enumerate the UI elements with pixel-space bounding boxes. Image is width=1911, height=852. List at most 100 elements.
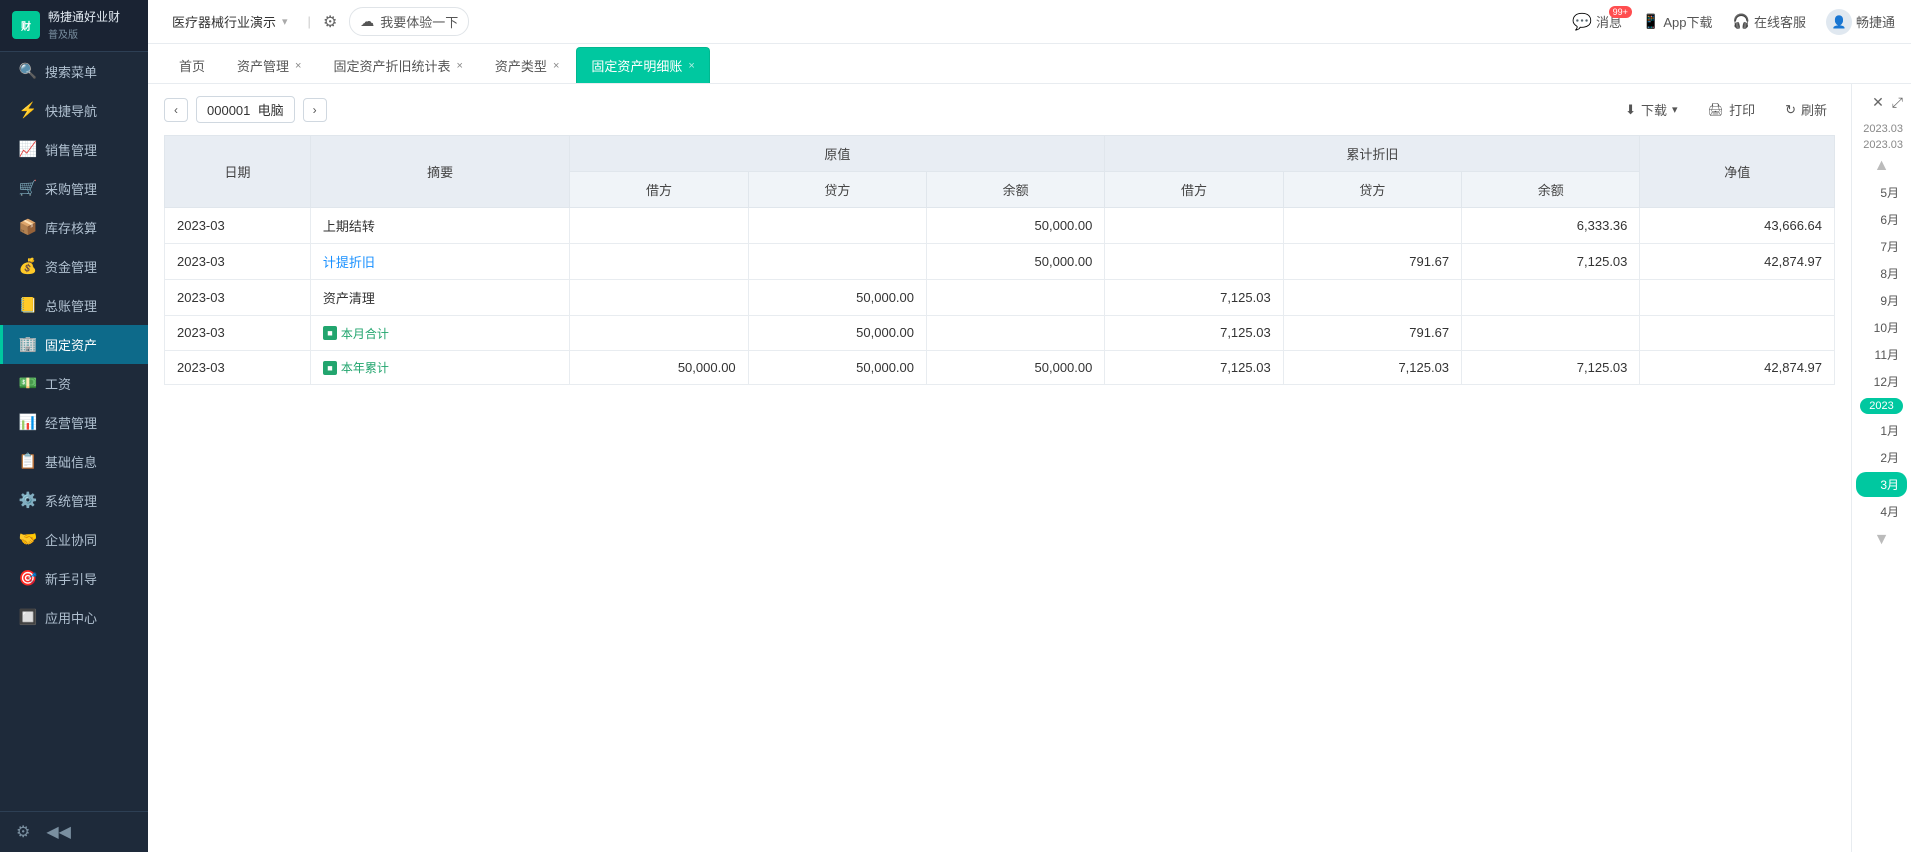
sidebar-item-search[interactable]: 🔍 搜索菜单 bbox=[0, 52, 148, 91]
refresh-button[interactable]: ↻ 刷新 bbox=[1777, 96, 1835, 123]
sidebar-item-inventory[interactable]: 📦 库存核算 bbox=[0, 208, 148, 247]
user-item[interactable]: 👤 畅捷通 bbox=[1826, 9, 1895, 35]
logo-icon: 财 bbox=[12, 11, 40, 39]
cell-nv: 42,874.97 bbox=[1640, 244, 1835, 280]
sidebar-item-app-center[interactable]: 🔲 应用中心 bbox=[0, 598, 148, 637]
main-panel: ‹ 000001 电脑 › ⬇ 下载 ▾ 🖨 打印 bbox=[148, 84, 1851, 852]
timeline-month-1[interactable]: 1月 bbox=[1856, 418, 1907, 443]
tab-depreciation-stat[interactable]: 固定资产折旧统计表 × bbox=[318, 47, 477, 83]
collapse-icon[interactable]: ◀◀ bbox=[46, 822, 71, 842]
sidebar-item-fixed-assets[interactable]: 🏢 固定资产 bbox=[0, 325, 148, 364]
year-total-icon: ■ bbox=[323, 361, 337, 375]
app-center-icon: 🔲 bbox=[19, 608, 37, 626]
sidebar-item-purchase[interactable]: 🛒 采购管理 bbox=[0, 169, 148, 208]
tab-asset-type-close[interactable]: × bbox=[553, 60, 559, 72]
app-download-item[interactable]: 📱 App下载 bbox=[1642, 12, 1713, 31]
timeline-month-7[interactable]: 7月 bbox=[1856, 234, 1907, 259]
cell-c2: 7,125.03 bbox=[1283, 350, 1461, 385]
timeline-month-12[interactable]: 12月 bbox=[1856, 369, 1907, 394]
app-center-label: 应用中心 bbox=[45, 608, 97, 627]
sales-label: 销售管理 bbox=[45, 140, 97, 159]
download-button[interactable]: ⬇ 下载 ▾ bbox=[1617, 96, 1685, 123]
asset-nav: ‹ 000001 电脑 › ⬇ 下载 ▾ 🖨 打印 bbox=[164, 96, 1835, 123]
tab-asset-mgmt[interactable]: 资产管理 × bbox=[222, 47, 316, 83]
expand-panel-icon[interactable]: ⤢ bbox=[1890, 92, 1905, 113]
cell-c2: 791.67 bbox=[1283, 244, 1461, 280]
settings-footer-icon[interactable]: ⚙ bbox=[16, 822, 30, 842]
month-total-icon: ■ bbox=[323, 326, 337, 340]
cell-d2: 7,125.03 bbox=[1105, 350, 1283, 385]
app-download-label: App下载 bbox=[1663, 12, 1712, 31]
topbar-right: 💬 消息 99+ 📱 App下载 🎧 在线客服 👤 畅捷通 bbox=[1572, 9, 1895, 35]
search-label: 搜索菜单 bbox=[45, 62, 97, 81]
finance-icon: 💰 bbox=[19, 257, 37, 275]
experience-button[interactable]: ☁ 我要体验一下 bbox=[349, 7, 469, 36]
tab-depreciation-stat-close[interactable]: × bbox=[456, 60, 462, 72]
sidebar-item-ledger[interactable]: 📒 总账管理 bbox=[0, 286, 148, 325]
ledger-label: 总账管理 bbox=[45, 296, 97, 315]
experience-label: 我要体验一下 bbox=[380, 12, 458, 31]
sidebar-item-operations[interactable]: 📊 经营管理 bbox=[0, 403, 148, 442]
sidebar-footer: ⚙ ◀◀ bbox=[0, 811, 148, 852]
online-service-label: 在线客服 bbox=[1754, 12, 1806, 31]
quick-nav-icon: ⚡ bbox=[19, 101, 37, 119]
tab-asset-type[interactable]: 资产类型 × bbox=[480, 47, 574, 83]
next-asset-button[interactable]: › bbox=[303, 98, 327, 122]
sidebar-item-system[interactable]: ⚙️ 系统管理 bbox=[0, 481, 148, 520]
tabbar: 首页 资产管理 × 固定资产折旧统计表 × 资产类型 × 固定资产明细账 × bbox=[148, 44, 1911, 84]
tab-home[interactable]: 首页 bbox=[164, 47, 220, 83]
app-download-icon: 📱 bbox=[1642, 13, 1659, 30]
print-button[interactable]: 🖨 打印 bbox=[1700, 96, 1764, 123]
timeline-month-8[interactable]: 8月 bbox=[1856, 261, 1907, 286]
sidebar-item-sales[interactable]: 📈 销售管理 bbox=[0, 130, 148, 169]
summary-link[interactable]: 计提折旧 bbox=[323, 255, 375, 270]
cell-b1: 50,000.00 bbox=[927, 244, 1105, 280]
prev-asset-button[interactable]: ‹ bbox=[164, 98, 188, 122]
timeline-month-4[interactable]: 4月 bbox=[1856, 499, 1907, 524]
purchase-label: 采购管理 bbox=[45, 179, 97, 198]
cell-b2: 7,125.03 bbox=[1462, 350, 1640, 385]
timeline-month-5[interactable]: 5月 bbox=[1856, 180, 1907, 205]
timeline-month-2[interactable]: 2月 bbox=[1856, 445, 1907, 470]
year-total-badge: ■ 本年累计 bbox=[323, 359, 389, 376]
tab-asset-detail[interactable]: 固定资产明细账 × bbox=[576, 47, 709, 83]
timeline-month-10[interactable]: 10月 bbox=[1856, 315, 1907, 340]
close-panel-icon[interactable]: ✕ bbox=[1870, 92, 1886, 113]
cell-summary: 计提折旧 bbox=[310, 244, 569, 280]
cell-c1: 50,000.00 bbox=[748, 316, 926, 351]
cell-c1 bbox=[748, 244, 926, 280]
toolbar-right: ⬇ 下载 ▾ 🖨 打印 ↻ 刷新 bbox=[1617, 96, 1835, 123]
sidebar-item-basic-info[interactable]: 📋 基础信息 bbox=[0, 442, 148, 481]
sidebar-item-payroll[interactable]: 💵 工资 bbox=[0, 364, 148, 403]
table-row: 2023-03 资产清理 50,000.00 7,125.03 bbox=[165, 280, 1835, 316]
cell-b1: 50,000.00 bbox=[927, 350, 1105, 385]
topbar-settings-icon[interactable]: ⚙ bbox=[323, 12, 337, 32]
timeline-month-3-active[interactable]: 3月 bbox=[1856, 472, 1907, 497]
company-selector[interactable]: 医疗器械行业演示 ▾ bbox=[164, 8, 296, 35]
timeline-up-icon[interactable]: ▲ bbox=[1856, 153, 1907, 179]
company-dropdown-icon: ▾ bbox=[282, 15, 288, 28]
guide-icon: 🎯 bbox=[19, 569, 37, 587]
online-service-item[interactable]: 🎧 在线客服 bbox=[1733, 12, 1806, 31]
sidebar-item-quick-nav[interactable]: ⚡ 快捷导航 bbox=[0, 91, 148, 130]
tab-asset-mgmt-close[interactable]: × bbox=[295, 60, 301, 72]
ledger-icon: 📒 bbox=[19, 296, 37, 314]
cell-d1 bbox=[570, 280, 748, 316]
sidebar-item-guide[interactable]: 🎯 新手引导 bbox=[0, 559, 148, 598]
timeline-month-9[interactable]: 9月 bbox=[1856, 288, 1907, 313]
timeline-month-6[interactable]: 6月 bbox=[1856, 207, 1907, 232]
company-name: 医疗器械行业演示 bbox=[172, 12, 276, 31]
system-icon: ⚙️ bbox=[19, 491, 37, 509]
purchase-icon: 🛒 bbox=[19, 179, 37, 197]
fixed-assets-icon: 🏢 bbox=[19, 335, 37, 353]
sidebar-item-finance[interactable]: 💰 资金管理 bbox=[0, 247, 148, 286]
messages-item[interactable]: 💬 消息 99+ bbox=[1572, 12, 1622, 32]
cell-summary: ■ 本月合计 bbox=[310, 316, 569, 351]
timeline-down-icon[interactable]: ▼ bbox=[1856, 525, 1907, 555]
system-label: 系统管理 bbox=[45, 491, 97, 510]
tab-asset-detail-close[interactable]: × bbox=[688, 60, 694, 72]
sidebar-item-enterprise[interactable]: 🤝 企业协同 bbox=[0, 520, 148, 559]
cell-b1 bbox=[927, 316, 1105, 351]
timeline-month-11[interactable]: 11月 bbox=[1856, 342, 1907, 367]
cell-b2: 6,333.36 bbox=[1462, 208, 1640, 244]
